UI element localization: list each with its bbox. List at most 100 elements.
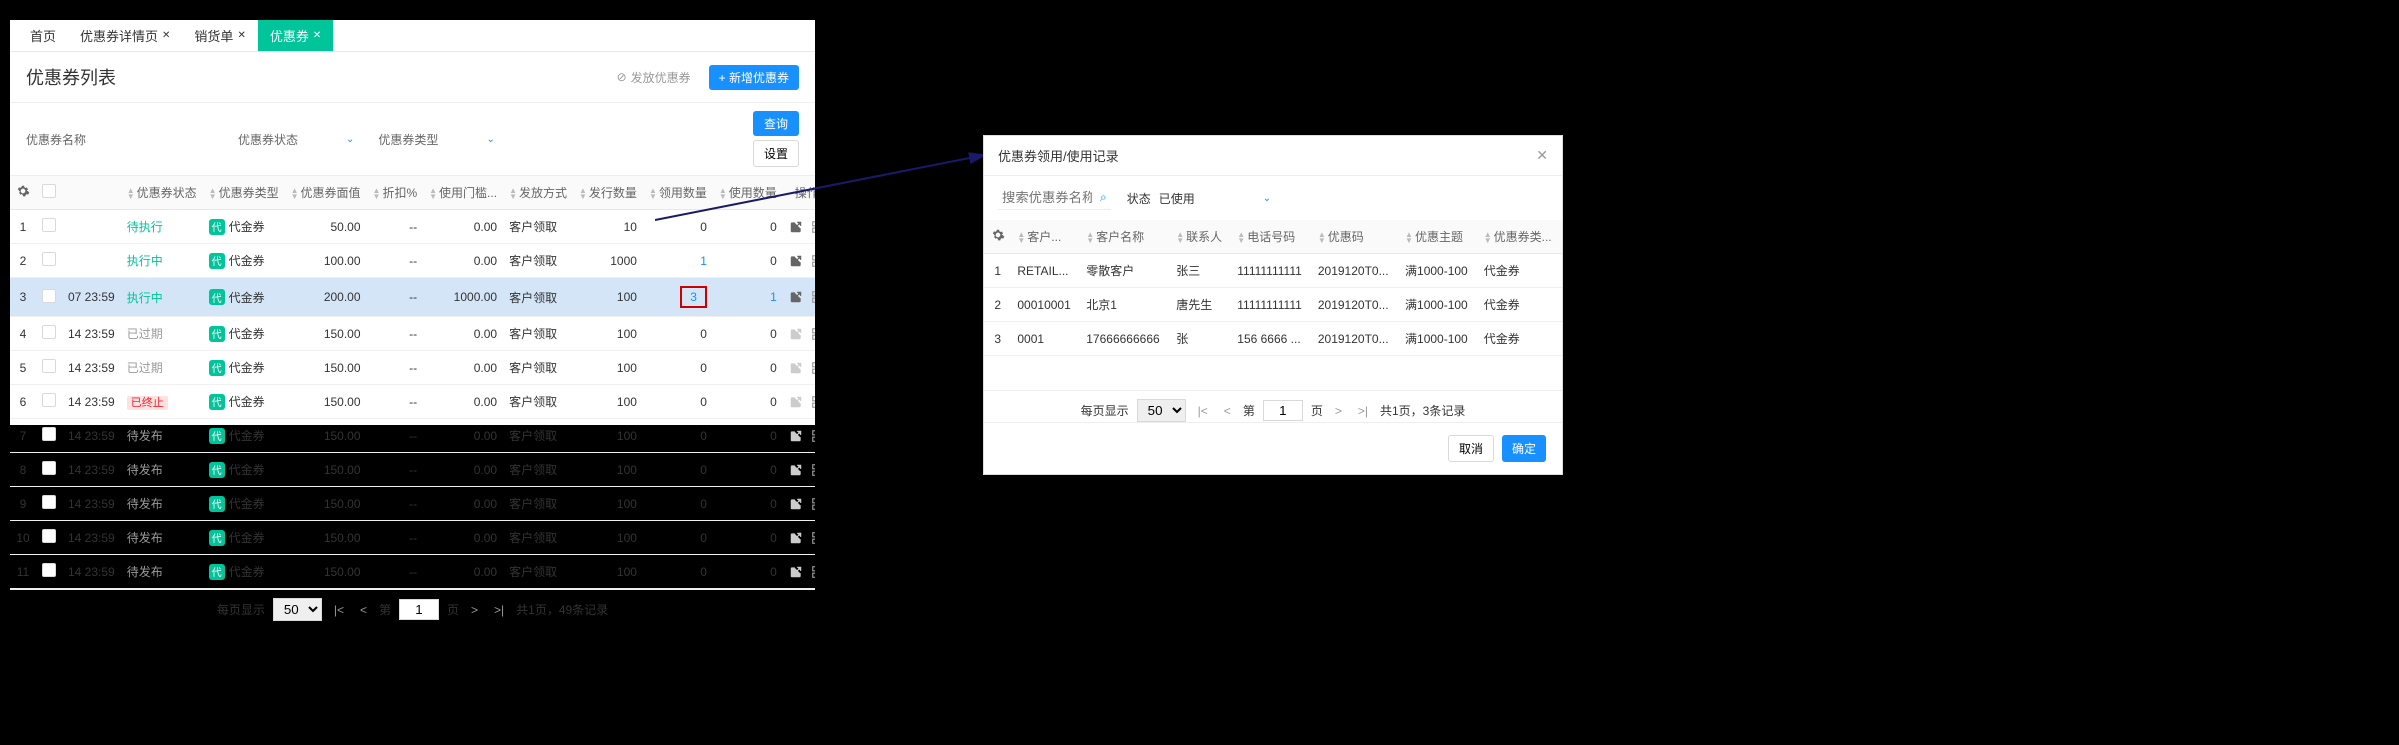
tab-sales[interactable]: 销货单✕ <box>182 20 257 51</box>
confirm-button[interactable]: 确定 <box>1502 435 1546 462</box>
sort-icon[interactable]: ▲▼ <box>649 188 657 200</box>
table-row[interactable]: 9 14 23:59 待发布 代代金券 150.00 -- 0.00 客户领取 … <box>10 487 815 521</box>
table-row[interactable]: 1 RETAIL... 零散客户 张三 11111111111 2019120T… <box>984 254 1562 288</box>
tab-home[interactable]: 首页 <box>18 20 68 51</box>
filter-status-select[interactable]: ⌄ <box>306 134 354 145</box>
sort-icon[interactable]: ▲▼ <box>509 188 517 200</box>
sort-icon[interactable]: ▲▼ <box>1484 232 1492 244</box>
detail-status-value[interactable]: 已使用 <box>1159 190 1195 207</box>
settings-button[interactable]: 设置 <box>753 140 799 167</box>
row-checkbox[interactable] <box>42 359 56 373</box>
next-page-icon[interactable]: > <box>1331 404 1346 418</box>
qrcode-icon[interactable] <box>811 497 815 511</box>
share-icon <box>789 327 803 341</box>
per-page-select[interactable]: 50 <box>273 598 322 621</box>
qrcode-icon[interactable] <box>811 290 815 304</box>
qrcode-icon[interactable] <box>811 254 815 268</box>
page-header: 优惠券列表 ⊘ 发放优惠券 + 新增优惠券 <box>10 52 815 102</box>
cancel-button[interactable]: 取消 <box>1448 435 1494 462</box>
gear-icon[interactable] <box>16 184 30 198</box>
search-input[interactable] <box>1002 190 1092 205</box>
table-row[interactable]: 2 00010001 北京1 唐先生 11111111111 2019120T0… <box>984 288 1562 322</box>
distribute-button[interactable]: ⊘ 发放优惠券 <box>607 65 701 90</box>
filter-name-input[interactable] <box>94 127 214 151</box>
sort-icon[interactable]: ▲▼ <box>429 188 437 200</box>
row-checkbox[interactable] <box>42 461 56 475</box>
table-row[interactable]: 8 14 23:59 待发布 代代金券 150.00 -- 0.00 客户领取 … <box>10 453 815 487</box>
table-row[interactable]: 11 14 23:59 待发布 代代金券 150.00 -- 0.00 客户领取… <box>10 555 815 589</box>
search-icon[interactable]: ⌕ <box>1100 190 1107 205</box>
used-link[interactable]: 1 <box>770 290 777 304</box>
row-checkbox[interactable] <box>42 563 56 577</box>
qrcode-icon[interactable] <box>811 220 815 234</box>
sort-icon[interactable]: ▲▼ <box>1176 232 1184 244</box>
select-all-checkbox[interactable] <box>42 184 56 198</box>
detail-page-input[interactable] <box>1263 400 1303 421</box>
table-row[interactable]: 2 执行中 代代金券 100.00 -- 0.00 客户领取 1000 1 0 <box>10 244 815 278</box>
table-row[interactable]: 3 07 23:59 执行中 代代金券 200.00 -- 1000.00 客户… <box>10 278 815 317</box>
filter-type-select[interactable]: ⌄ <box>446 134 494 145</box>
table-row[interactable]: 1 待执行 代代金券 50.00 -- 0.00 客户领取 10 0 0 <box>10 210 815 244</box>
sort-icon[interactable]: ▲▼ <box>1086 232 1094 244</box>
row-checkbox[interactable] <box>42 495 56 509</box>
table-row[interactable]: 6 14 23:59 已终止 代代金券 150.00 -- 0.00 客户领取 … <box>10 385 815 419</box>
table-row[interactable]: 4 14 23:59 已过期 代代金券 150.00 -- 0.00 客户领取 … <box>10 317 815 351</box>
sort-icon[interactable]: ▲▼ <box>127 188 135 200</box>
share-icon[interactable] <box>789 254 803 268</box>
table-row[interactable]: 10 14 23:59 待发布 代代金券 150.00 -- 0.00 客户领取… <box>10 521 815 555</box>
row-checkbox[interactable] <box>42 252 56 266</box>
next-page-icon[interactable]: > <box>467 603 482 617</box>
tab-coupon-detail[interactable]: 优惠券详情页✕ <box>68 20 182 51</box>
status-badge: 待发布 <box>127 497 163 511</box>
filter-name-label: 优惠券名称 <box>26 131 86 148</box>
qrcode-icon[interactable] <box>811 361 815 375</box>
close-icon[interactable]: ✕ <box>237 30 245 41</box>
qrcode-icon[interactable] <box>811 327 815 341</box>
qrcode-icon[interactable] <box>811 565 815 579</box>
qrcode-icon[interactable] <box>811 531 815 545</box>
first-page-icon[interactable]: |< <box>1194 404 1212 418</box>
sort-icon[interactable]: ▲▼ <box>209 188 217 200</box>
tab-coupon[interactable]: 优惠券✕ <box>258 20 333 51</box>
last-page-icon[interactable]: >| <box>1354 404 1372 418</box>
sort-icon[interactable]: ▲▼ <box>373 188 381 200</box>
row-checkbox[interactable] <box>42 427 56 441</box>
prev-page-icon[interactable]: < <box>356 603 371 617</box>
first-page-icon[interactable]: |< <box>330 603 348 617</box>
qrcode-icon[interactable] <box>811 429 815 443</box>
sort-icon[interactable]: ▲▼ <box>291 188 299 200</box>
query-button[interactable]: 查询 <box>753 111 799 136</box>
table-row[interactable]: 7 14 23:59 待发布 代代金券 150.00 -- 0.00 客户领取 … <box>10 419 815 453</box>
close-icon[interactable]: ✕ <box>162 30 170 41</box>
share-icon[interactable] <box>789 220 803 234</box>
prev-page-icon[interactable]: < <box>1220 404 1235 418</box>
add-coupon-button[interactable]: + 新增优惠券 <box>709 65 799 90</box>
page-input[interactable] <box>399 599 439 620</box>
chevron-down-icon: ⌄ <box>346 134 354 145</box>
close-icon[interactable]: ✕ <box>1536 147 1548 164</box>
detail-per-page-select[interactable]: 50 <box>1137 399 1186 422</box>
sort-icon[interactable]: ▲▼ <box>1318 232 1326 244</box>
sort-icon[interactable]: ▲▼ <box>1405 232 1413 244</box>
table-row[interactable]: 3 0001 17666666666 张 156 6666 ... 201912… <box>984 322 1562 356</box>
sort-icon[interactable]: ▲▼ <box>1017 232 1025 244</box>
row-checkbox[interactable] <box>42 218 56 232</box>
claimed-link[interactable]: 1 <box>700 254 707 268</box>
claimed-link[interactable]: 3 <box>690 290 697 304</box>
filter-type-label: 优惠券类型 <box>378 131 438 148</box>
sort-icon[interactable]: ▲▼ <box>1237 232 1245 244</box>
sort-icon[interactable]: ▲▼ <box>579 188 587 200</box>
sort-icon[interactable]: ▲▼ <box>719 188 727 200</box>
qrcode-icon[interactable] <box>811 463 815 477</box>
row-checkbox[interactable] <box>42 393 56 407</box>
share-icon[interactable] <box>789 290 803 304</box>
gear-icon[interactable] <box>991 228 1005 242</box>
last-page-icon[interactable]: >| <box>490 603 508 617</box>
row-checkbox[interactable] <box>42 529 56 543</box>
qrcode-icon[interactable] <box>811 395 815 409</box>
close-icon[interactable]: ✕ <box>313 30 321 41</box>
chevron-down-icon[interactable]: ⌄ <box>1263 193 1271 204</box>
row-checkbox[interactable] <box>42 289 56 303</box>
table-row[interactable]: 5 14 23:59 已过期 代代金券 150.00 -- 0.00 客户领取 … <box>10 351 815 385</box>
row-checkbox[interactable] <box>42 325 56 339</box>
